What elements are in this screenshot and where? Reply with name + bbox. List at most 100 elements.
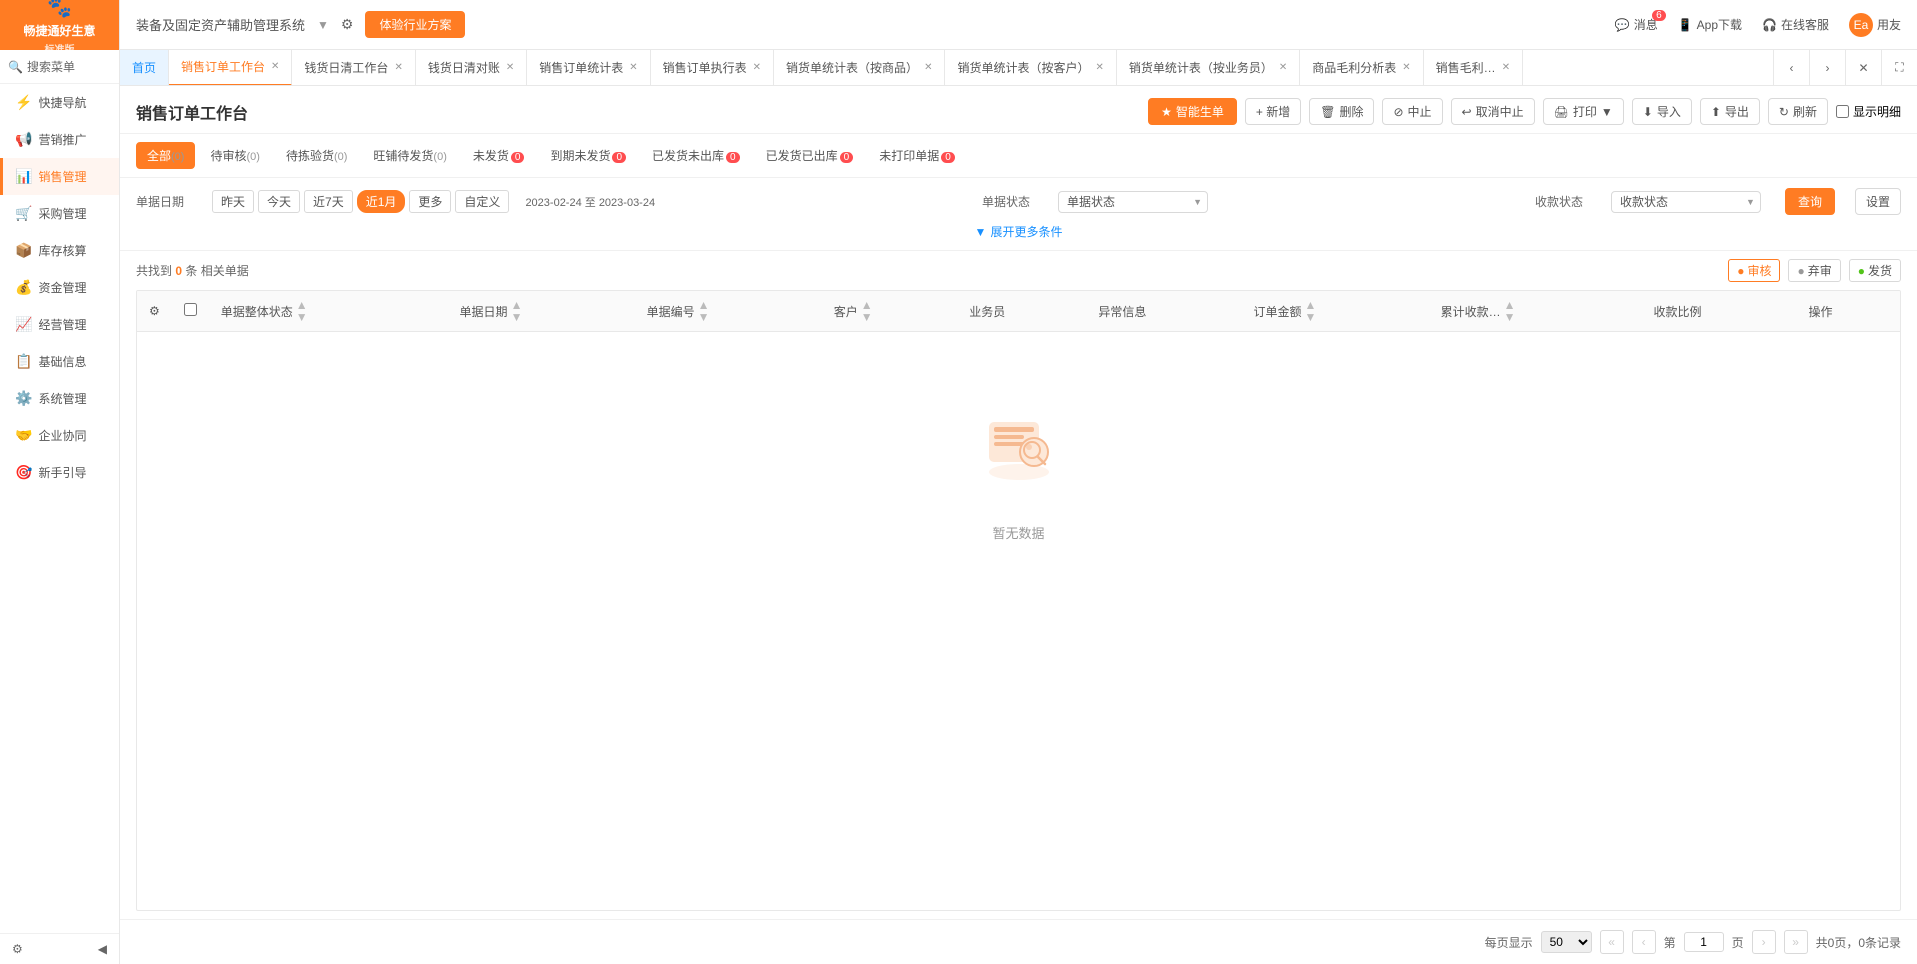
- import-button[interactable]: ⬇ 导入: [1632, 98, 1692, 125]
- tab-daily-clear[interactable]: 钱货日清工作台 ✕: [292, 50, 415, 86]
- date-btn-yesterday[interactable]: 昨天: [212, 190, 254, 213]
- sidebar-item-purchase[interactable]: 🛒 采购管理: [0, 195, 119, 232]
- sort-customer[interactable]: 客户 ▲▼: [834, 299, 945, 323]
- audit-action-button[interactable]: ● 审核: [1728, 259, 1780, 282]
- sidebar-item-cooperation[interactable]: 🤝 企业协同: [0, 417, 119, 454]
- date-btn-today[interactable]: 今天: [258, 190, 300, 213]
- refresh-button[interactable]: ↻ 刷新: [1768, 98, 1828, 125]
- sidebar-item-system[interactable]: ⚙️ 系统管理: [0, 380, 119, 417]
- col-settings[interactable]: ⚙: [137, 291, 172, 332]
- user-menu[interactable]: Ea 用友: [1849, 13, 1901, 37]
- sort-number[interactable]: 单据编号 ▲▼: [647, 299, 810, 323]
- sub-tab-pending-check[interactable]: 待拣验货(0): [275, 142, 358, 169]
- tab-close-icon[interactable]: ✕: [753, 62, 761, 73]
- date-btn-7days[interactable]: 近7天: [304, 190, 353, 213]
- query-button[interactable]: 查询: [1785, 188, 1835, 215]
- ship-action-button[interactable]: ● 发货: [1849, 259, 1901, 282]
- tab-close-icon[interactable]: ✕: [1095, 62, 1103, 73]
- sub-tab-wangpu-ship[interactable]: 旺铺待发货(0): [362, 142, 457, 169]
- date-btn-more[interactable]: 更多: [409, 190, 451, 213]
- tab-sales-exec[interactable]: 销售订单执行表 ✕: [651, 50, 774, 86]
- sort-collected[interactable]: 累计收款… ▲▼: [1441, 299, 1630, 323]
- tab-sales-stats[interactable]: 销售订单统计表 ✕: [527, 50, 650, 86]
- sidebar-item-finance[interactable]: 💰 资金管理: [0, 269, 119, 306]
- tab-margin-analysis[interactable]: 商品毛利分析表 ✕: [1300, 50, 1423, 86]
- messages-button[interactable]: 💬 消息 6: [1615, 16, 1658, 33]
- tab-sales-margin[interactable]: 销售毛利… ✕: [1424, 50, 1523, 86]
- detail-checkbox[interactable]: [1836, 105, 1849, 118]
- sort-date[interactable]: 单据日期 ▲▼: [460, 299, 623, 323]
- tab-close-icon[interactable]: ✕: [1279, 62, 1287, 73]
- tab-reconcile[interactable]: 钱货日清对账 ✕: [416, 50, 527, 86]
- operations-icon: 📈: [15, 316, 32, 333]
- smart-order-button[interactable]: ★ 智能生单: [1148, 98, 1237, 125]
- tab-ship-stats-product[interactable]: 销货单统计表（按商品） ✕: [774, 50, 945, 86]
- solution-button[interactable]: 体验行业方案: [365, 11, 465, 38]
- add-button[interactable]: + 新增: [1245, 98, 1301, 125]
- page-number-input[interactable]: [1684, 932, 1724, 952]
- payment-select[interactable]: 收款状态: [1611, 191, 1761, 213]
- date-btn-custom[interactable]: 自定义: [455, 190, 509, 213]
- sort-amount[interactable]: 订单金额 ▲▼: [1253, 299, 1416, 323]
- tab-close-icon[interactable]: ✕: [271, 61, 279, 72]
- last-page-button[interactable]: »: [1784, 930, 1808, 954]
- sub-tab-pending-audit[interactable]: 待审核(0): [199, 142, 270, 169]
- print-dropdown-icon[interactable]: ▼: [1601, 105, 1613, 119]
- print-button[interactable]: 🖨 打印 ▼: [1543, 98, 1624, 125]
- sub-tab-shipped-not-out[interactable]: 已发货未出库0: [641, 142, 751, 169]
- tab-close-icon[interactable]: ✕: [629, 62, 637, 73]
- tab-label: 销货单统计表（按业务员）: [1129, 59, 1273, 76]
- select-all-checkbox[interactable]: [184, 303, 197, 316]
- filter-row-1: 单据日期 昨天 今天 近7天 近1月 更多 自定义 2023-02-24 至 2…: [136, 188, 1901, 215]
- settings-icon[interactable]: ⚙: [12, 942, 23, 956]
- sub-tab-unshipped[interactable]: 未发货0: [462, 142, 536, 169]
- tab-scroll-right[interactable]: ›: [1809, 50, 1845, 86]
- settings-topbar-icon[interactable]: ⚙: [341, 16, 354, 33]
- cancel-stop-button[interactable]: ↩ 取消中止: [1451, 98, 1535, 125]
- sidebar-item-sales[interactable]: 📊 销售管理: [0, 158, 119, 195]
- sidebar-item-quick-nav[interactable]: ⚡ 快捷导航: [0, 84, 119, 121]
- sub-tab-shipped-out[interactable]: 已发货已出库0: [755, 142, 865, 169]
- setting-button[interactable]: 设置: [1855, 188, 1901, 215]
- tab-scroll-left[interactable]: ‹: [1773, 50, 1809, 86]
- sub-tab-unprinted[interactable]: 未打印单据0: [868, 142, 966, 169]
- tab-ship-stats-salesperson[interactable]: 销货单统计表（按业务员） ✕: [1117, 50, 1300, 86]
- revoke-action-button[interactable]: ● 弃审: [1788, 259, 1840, 282]
- sidebar-item-base-info[interactable]: 📋 基础信息: [0, 343, 119, 380]
- app-download-button[interactable]: 📱 App下载: [1678, 16, 1742, 33]
- sidebar-item-guide[interactable]: 🎯 新手引导: [0, 454, 119, 491]
- sidebar-item-marketing[interactable]: 📢 营销推广: [0, 121, 119, 158]
- tab-close-all[interactable]: ✕: [1845, 50, 1881, 86]
- tab-sales-order-workbench[interactable]: 销售订单工作台 ✕: [169, 50, 292, 86]
- tab-ship-stats-customer[interactable]: 销货单统计表（按客户） ✕: [945, 50, 1116, 86]
- first-page-button[interactable]: «: [1600, 930, 1624, 954]
- support-button[interactable]: 🎧 在线客服: [1762, 16, 1829, 33]
- tab-close-icon[interactable]: ✕: [1402, 62, 1410, 73]
- next-page-button[interactable]: ›: [1752, 930, 1776, 954]
- sub-tab-overdue-ship[interactable]: 到期未发货0: [539, 142, 637, 169]
- tab-fullscreen[interactable]: ⛶: [1881, 50, 1917, 86]
- sidebar-item-inventory[interactable]: 📦 库存核算: [0, 232, 119, 269]
- status-select[interactable]: 单据状态: [1058, 191, 1208, 213]
- tab-close-icon[interactable]: ✕: [1502, 62, 1510, 73]
- tab-home[interactable]: 首页: [120, 50, 169, 86]
- date-btn-1month[interactable]: 近1月: [357, 190, 406, 213]
- show-detail-checkbox[interactable]: 显示明细: [1836, 103, 1901, 120]
- sub-tab-all[interactable]: 全部(0): [136, 142, 195, 169]
- expand-filter-button[interactable]: ▼ 展开更多条件: [975, 223, 1063, 240]
- export-button[interactable]: ⬆ 导出: [1700, 98, 1760, 125]
- payment-select-wrapper: 收款状态: [1611, 191, 1761, 213]
- page-size-select[interactable]: 10 20 50 100: [1541, 931, 1592, 953]
- collapse-icon[interactable]: ◀: [98, 942, 107, 956]
- prev-page-button[interactable]: ‹: [1632, 930, 1656, 954]
- sidebar-item-operations[interactable]: 📈 经营管理: [0, 306, 119, 343]
- purchase-icon: 🛒: [15, 205, 32, 222]
- dropdown-icon[interactable]: ▼: [317, 18, 329, 32]
- settings-icon[interactable]: ⚙: [149, 304, 160, 318]
- tab-close-icon[interactable]: ✕: [924, 62, 932, 73]
- stop-button[interactable]: ⊘ 中止: [1382, 98, 1442, 125]
- tab-close-icon[interactable]: ✕: [394, 62, 402, 73]
- delete-button[interactable]: 🗑 删除: [1309, 98, 1374, 125]
- sort-status[interactable]: 单据整体状态 ▲▼: [221, 299, 436, 323]
- tab-close-icon[interactable]: ✕: [506, 62, 514, 73]
